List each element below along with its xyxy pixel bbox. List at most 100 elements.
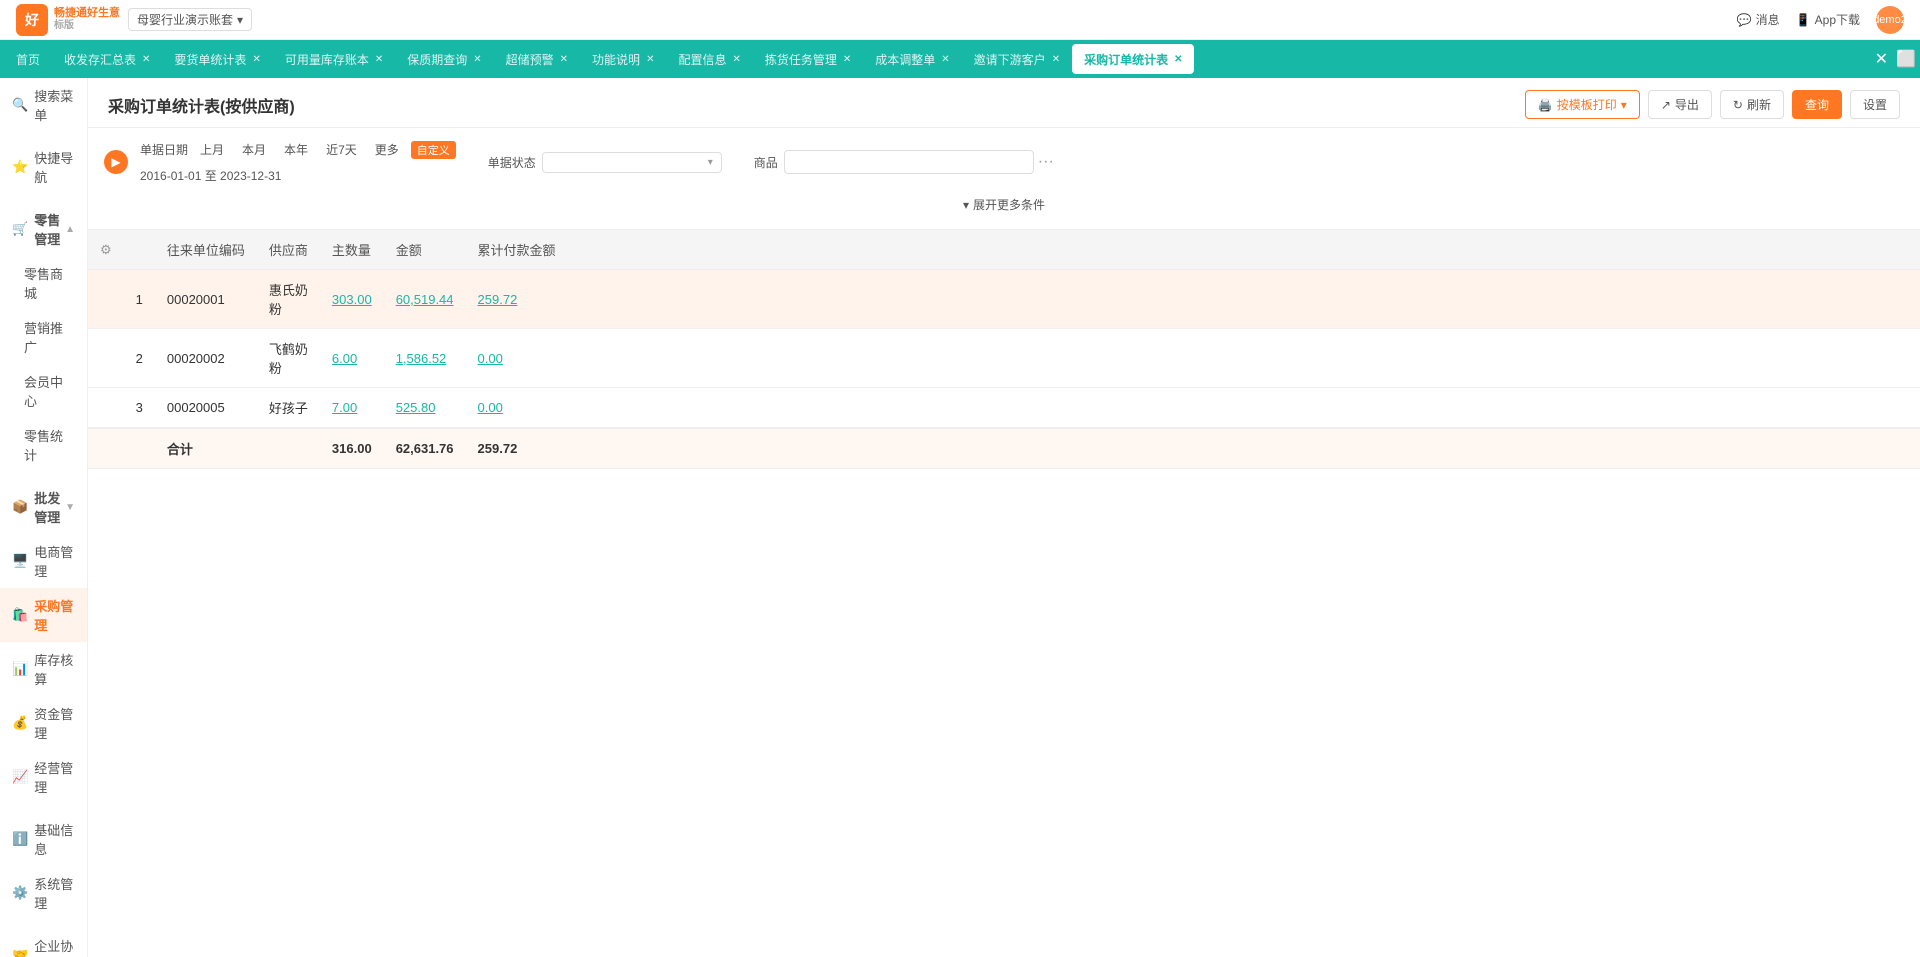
table-row: 3 00020005 好孩子 7.00 525.80 0.00 — [88, 388, 1920, 429]
goods-input[interactable] — [784, 150, 1034, 174]
custom-date-badge[interactable]: 自定义 — [411, 141, 456, 159]
row-paid[interactable]: 0.00 — [466, 388, 568, 429]
export-button[interactable]: ↗ 导出 — [1648, 90, 1712, 119]
status-select[interactable]: ▾ — [542, 152, 722, 173]
ecommerce-icon: 🖥️ — [12, 553, 28, 569]
date-shortcuts: 上月 本月 本年 近7天 更多 自定义 — [194, 140, 456, 159]
print-button[interactable]: 🖨️ 按模板打印 ▾ — [1525, 90, 1640, 119]
row-amount[interactable]: 1,586.52 — [384, 329, 466, 388]
sidebar-item-member-center[interactable]: 会员中心 — [0, 364, 87, 418]
sidebar-item-basic-info[interactable]: ℹ️ 基础信息 — [0, 812, 87, 866]
row-settings — [88, 329, 124, 388]
footer-empty — [568, 428, 1920, 469]
app-download-action[interactable]: 📱 App下载 — [1796, 11, 1860, 28]
collab-icon: 🤝 — [12, 947, 28, 957]
filter-panel: ▶ 单据日期 上月 本月 本年 近7天 更多 自定义 — [88, 128, 1920, 230]
collapse-filter-button[interactable]: ▶ — [104, 150, 128, 174]
tab-expiry-query[interactable]: 保质期查询 ✕ — [395, 44, 493, 74]
sidebar-group-wholesale[interactable]: 📦 批发管理 ▼ — [0, 480, 87, 534]
sidebar-item-purchase[interactable]: 🛍️ 采购管理 — [0, 588, 87, 642]
close-icon[interactable]: ✕ — [646, 54, 654, 65]
main-layout: 🔍 搜索菜单 ⭐ 快捷导航 🛒 零售管理 ▲ 零售商城 营销推广 会员中心 零售… — [0, 78, 1920, 957]
message-icon: 💬 — [1737, 13, 1752, 27]
this-month-btn[interactable]: 本月 — [236, 140, 272, 159]
tab-overstock-alert[interactable]: 超储预警 ✕ — [494, 44, 580, 74]
retail-icon: 🛒 — [12, 221, 28, 237]
close-icon[interactable]: ✕ — [1052, 54, 1060, 65]
avatar[interactable]: demo2 — [1876, 6, 1904, 34]
sidebar-item-quick-nav[interactable]: ⭐ 快捷导航 — [0, 140, 87, 194]
goods-more-icon[interactable]: ··· — [1038, 153, 1054, 171]
close-icon[interactable]: ✕ — [843, 54, 851, 65]
sidebar-item-collab[interactable]: 🤝 企业协同 — [0, 928, 87, 957]
export-icon: ↗ — [1661, 98, 1671, 112]
row-paid[interactable]: 0.00 — [466, 329, 568, 388]
close-icon[interactable]: ✕ — [560, 54, 568, 65]
close-icon[interactable]: ✕ — [375, 54, 383, 65]
status-filter: 单据状态 ▾ — [488, 152, 722, 173]
sidebar-item-operations[interactable]: 📈 经营管理 — [0, 750, 87, 804]
col-code: 往来单位编码 — [155, 230, 257, 270]
close-icon[interactable]: ✕ — [252, 54, 260, 65]
close-icon[interactable]: ✕ — [473, 54, 481, 65]
this-year-btn[interactable]: 本年 — [278, 140, 314, 159]
row-index: 1 — [124, 270, 155, 329]
table-row: 1 00020001 惠氏奶粉 303.00 60,519.44 259.72 — [88, 270, 1920, 329]
sidebar-item-search[interactable]: 🔍 搜索菜单 — [0, 78, 87, 132]
tab-config[interactable]: 配置信息 ✕ — [666, 44, 752, 74]
workspace-selector[interactable]: 母婴行业演示账套 ▾ — [128, 8, 252, 31]
row-qty[interactable]: 303.00 — [320, 270, 384, 329]
sidebar-item-ecommerce[interactable]: 🖥️ 电商管理 — [0, 534, 87, 588]
purchase-icon: 🛍️ — [12, 607, 28, 623]
expand-more-button[interactable]: ▾ 展开更多条件 — [951, 192, 1057, 217]
sidebar-item-retail-stats[interactable]: 零售统计 — [0, 418, 87, 472]
sidebar-item-system[interactable]: ⚙️ 系统管理 — [0, 866, 87, 920]
table-row: 2 00020002 飞鹤奶粉 6.00 1,586.52 0.00 — [88, 329, 1920, 388]
row-qty[interactable]: 6.00 — [320, 329, 384, 388]
footer-index — [124, 428, 155, 469]
tab-inventory-book[interactable]: 可用量库存账本 ✕ — [273, 44, 395, 74]
footer-qty: 316.00 — [320, 428, 384, 469]
tab-picking-task[interactable]: 拣货任务管理 ✕ — [753, 44, 863, 74]
sidebar-group-retail[interactable]: 🛒 零售管理 ▲ — [0, 202, 87, 256]
sidebar-item-finance[interactable]: 💰 资金管理 — [0, 696, 87, 750]
close-icon[interactable]: ✕ — [941, 54, 949, 65]
refresh-button[interactable]: ↻ 刷新 — [1720, 90, 1784, 119]
tab-home[interactable]: 首页 — [4, 44, 52, 74]
sidebar-item-inventory[interactable]: 📊 库存核算 — [0, 642, 87, 696]
logo-icon: 好 — [16, 4, 48, 36]
table-body: 1 00020001 惠氏奶粉 303.00 60,519.44 259.72 … — [88, 270, 1920, 429]
more-date-btn[interactable]: 更多 — [369, 140, 405, 159]
nav-tabs-right: ✕ ⬜ — [1875, 49, 1916, 69]
chevron-down-icon: ▾ — [237, 13, 243, 27]
tab-invite-customer[interactable]: 邀请下游客户 ✕ — [962, 44, 1072, 74]
chevron-icon: ▼ — [65, 502, 75, 513]
message-action[interactable]: 💬 消息 — [1737, 11, 1780, 28]
row-amount[interactable]: 60,519.44 — [384, 270, 466, 329]
row-amount[interactable]: 525.80 — [384, 388, 466, 429]
last-month-btn[interactable]: 上月 — [194, 140, 230, 159]
wholesale-icon: 📦 — [12, 499, 28, 515]
row-paid[interactable]: 259.72 — [466, 270, 568, 329]
sidebar-item-retail-mall[interactable]: 零售商城 — [0, 256, 87, 310]
close-icon[interactable]: ✕ — [142, 54, 150, 65]
tab-receive-summary[interactable]: 收发存汇总表 ✕ — [52, 44, 162, 74]
tab-order-stats[interactable]: 要货单统计表 ✕ — [162, 44, 272, 74]
search-button[interactable]: 查询 — [1792, 90, 1842, 119]
col-index — [124, 230, 155, 270]
maximize-window-icon[interactable]: ⬜ — [1896, 49, 1916, 69]
tab-cost-adjust[interactable]: 成本调整单 ✕ — [863, 44, 961, 74]
sidebar: 🔍 搜索菜单 ⭐ 快捷导航 🛒 零售管理 ▲ 零售商城 营销推广 会员中心 零售… — [0, 78, 88, 957]
gear-icon[interactable]: ⚙ — [100, 242, 112, 257]
close-icon[interactable]: ✕ — [732, 54, 740, 65]
last-7-days-btn[interactable]: 近7天 — [320, 140, 363, 159]
close-icon[interactable]: ✕ — [1174, 54, 1182, 65]
tab-purchase-order-stats[interactable]: 采购订单统计表 ✕ — [1072, 44, 1194, 74]
content-area: 采购订单统计表(按供应商) 🖨️ 按模板打印 ▾ ↗ 导出 ↻ 刷新 查询 — [88, 78, 1920, 957]
row-qty[interactable]: 7.00 — [320, 388, 384, 429]
tab-function-desc[interactable]: 功能说明 ✕ — [580, 44, 666, 74]
settings-button[interactable]: 设置 — [1850, 90, 1900, 119]
sidebar-item-marketing[interactable]: 营销推广 — [0, 310, 87, 364]
footer-amount: 62,631.76 — [384, 428, 466, 469]
close-window-icon[interactable]: ✕ — [1875, 49, 1888, 69]
